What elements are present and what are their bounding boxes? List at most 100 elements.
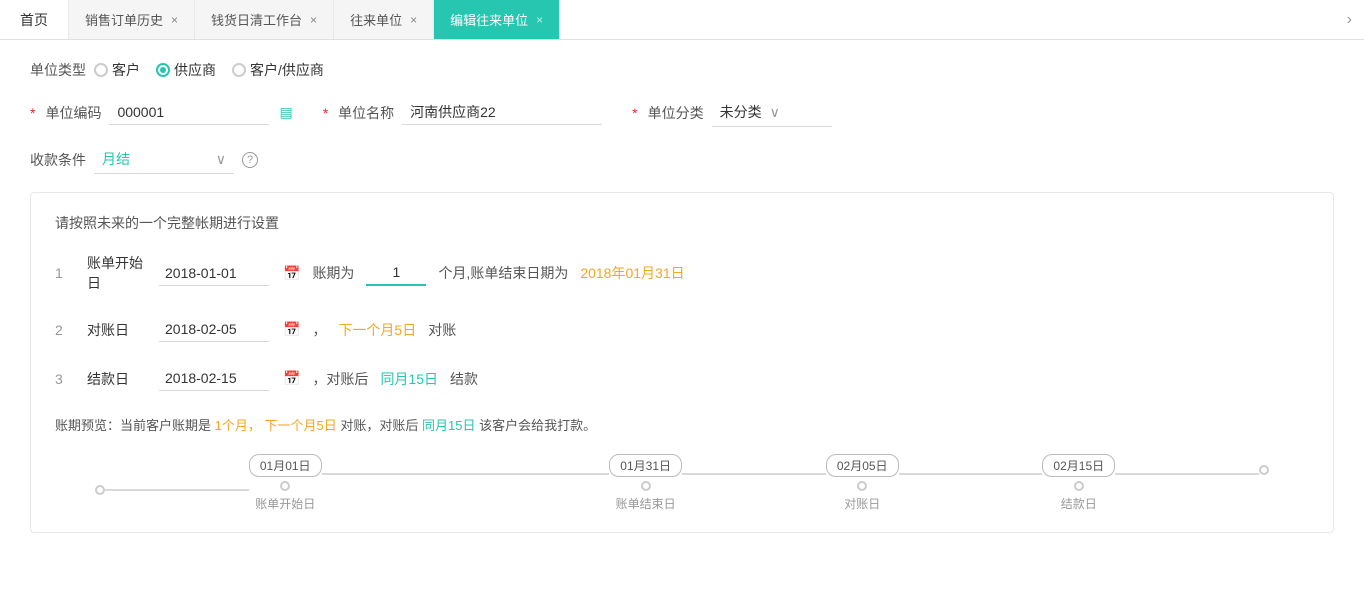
tl-seg-2 (322, 473, 610, 475)
radio-customer[interactable]: 客户 (94, 60, 140, 80)
node-dot-start (95, 485, 105, 495)
unit-code-copy-icon[interactable]: ▤ (279, 104, 292, 121)
tab-arrow-icon[interactable]: › (1335, 11, 1364, 29)
unit-category-select[interactable]: 未分类 ∨ (712, 98, 832, 127)
setting-row-2: 2 对账日 📅 ， 下一个月5日 对账 (55, 317, 1309, 342)
setting-row-3: 3 结款日 📅 ，对账后 同月15日 结款 (55, 366, 1309, 391)
unit-type-row: 单位类型 客户 供应商 客户/供应商 (30, 60, 1334, 80)
reconcile-suffix: 对账 (428, 320, 456, 340)
setting-num-1: 1 (55, 265, 75, 281)
close-contacts[interactable]: × (410, 13, 417, 27)
setting-num-2: 2 (55, 322, 75, 338)
setting-label-2: 对账日 (87, 320, 147, 340)
unit-name-label: 单位名称 (338, 103, 394, 123)
reconcile-highlight: 下一个月5日 (338, 320, 416, 340)
node-dot-4 (1074, 481, 1084, 491)
payment-terms-select[interactable]: 月结 ∨ (94, 145, 234, 174)
reconcile-prefix: ， (312, 320, 326, 340)
timeline-node-2: 01月31日 账单结束日 (609, 454, 682, 512)
close-edit-contacts[interactable]: × (536, 13, 543, 27)
close-sales-history[interactable]: × (171, 13, 178, 27)
payment-date-input[interactable] (159, 366, 269, 391)
tab-sales-history[interactable]: 销售订单历史 × (69, 0, 195, 39)
payment-terms-arrow-icon: ∨ (216, 151, 226, 168)
preview-part3: 对账，对账后 (340, 418, 418, 433)
unit-name-item: * 单位名称 (323, 100, 602, 125)
setting-label-1: 账单开始日 (87, 253, 147, 293)
preview-section: 账期预览：当前客户账期是 1个月， 下一个月5日 对账，对账后 同月15日 该客… (55, 415, 1309, 512)
node-bubble-2: 01月31日 (609, 454, 682, 477)
payment-date-cal-icon[interactable]: 📅 (283, 370, 300, 387)
payment-terms-item: 收款条件 月结 ∨ ? (30, 145, 258, 174)
radio-supplier[interactable]: 供应商 (156, 60, 216, 80)
node-bubble-4: 02月15日 (1042, 454, 1115, 477)
reconcile-date-cal-icon[interactable]: 📅 (283, 321, 300, 338)
period-value-input[interactable] (366, 260, 426, 286)
unit-type-item: 单位类型 客户 供应商 客户/供应商 (30, 60, 324, 80)
unit-category-star: * (632, 105, 637, 121)
settings-panel: 请按照未来的一个完整帐期进行设置 1 账单开始日 📅 账期为 个月,账单结束日期… (30, 192, 1334, 533)
radio-supplier-circle (156, 63, 170, 77)
unit-info-row: * 单位编码 ▤ * 单位名称 * 单位分类 未分类 ∨ (30, 98, 1334, 127)
preview-label: 账期预览：当前客户账期是 (55, 418, 211, 433)
unit-code-star: * (30, 105, 35, 121)
tab-contacts[interactable]: 往来单位 × (334, 0, 434, 39)
radio-customer-supplier[interactable]: 客户/供应商 (232, 60, 324, 80)
unit-code-label: 单位编码 (45, 103, 101, 123)
setting-row-1: 1 账单开始日 📅 账期为 个月,账单结束日期为 2018年01月31日 (55, 253, 1309, 293)
unit-code-item: * 单位编码 ▤ (30, 100, 293, 125)
radio-customer-label: 客户 (112, 60, 140, 80)
payment-terms-value: 月结 (102, 149, 208, 169)
timeline-node-3: 02月05日 对账日 (826, 454, 899, 512)
payment-prefix: ，对账后 (312, 369, 368, 389)
node-label-1: 账单开始日 (255, 495, 315, 512)
timeline-node-4: 02月15日 结款日 (1042, 454, 1115, 512)
radio-customer-supplier-circle (232, 63, 246, 77)
unit-category-item: * 单位分类 未分类 ∨ (632, 98, 831, 127)
start-date-cal-icon[interactable]: 📅 (283, 265, 300, 282)
payment-highlight: 同月15日 (380, 369, 438, 389)
node-dot-1 (280, 481, 290, 491)
node-label-3: 对账日 (844, 495, 880, 512)
unit-category-value: 未分类 (720, 102, 762, 122)
tl-seg-1 (105, 489, 249, 491)
timeline: 01月01日 账单开始日 01月31日 账单结束日 02月05日 对账日 (55, 454, 1309, 512)
tab-cash-work[interactable]: 钱货日清工作台 × (195, 0, 334, 39)
reconcile-date-input[interactable] (159, 317, 269, 342)
node-dot-2 (641, 481, 651, 491)
settings-title: 请按照未来的一个完整帐期进行设置 (55, 213, 1309, 233)
period-label: 账期为 (312, 263, 354, 283)
radio-customer-supplier-label: 客户/供应商 (250, 60, 324, 80)
radio-customer-circle (94, 63, 108, 77)
preview-part2: 下一个月5日 (265, 418, 337, 433)
close-cash-work[interactable]: × (310, 13, 317, 27)
node-bubble-3: 02月05日 (826, 454, 899, 477)
unit-category-label: 单位分类 (648, 103, 704, 123)
node-bubble-1: 01月01日 (249, 454, 322, 477)
preview-text: 账期预览：当前客户账期是 1个月， 下一个月5日 对账，对账后 同月15日 该客… (55, 415, 1309, 434)
unit-name-star: * (323, 105, 328, 121)
node-label-4: 结款日 (1061, 495, 1097, 512)
timeline-node-1: 01月01日 账单开始日 (249, 454, 322, 512)
radio-supplier-label: 供应商 (174, 60, 216, 80)
node-dot-end (1259, 465, 1269, 475)
timeline-node-start (95, 471, 105, 495)
payment-help-icon[interactable]: ? (242, 152, 258, 168)
node-dot-3 (857, 481, 867, 491)
unit-name-input[interactable] (402, 100, 602, 125)
end-date-highlight: 2018年01月31日 (580, 263, 684, 283)
tab-edit-contacts[interactable]: 编辑往来单位 × (434, 0, 560, 39)
tab-home[interactable]: 首页 (0, 0, 69, 39)
node-label-2: 账单结束日 (616, 495, 676, 512)
payment-suffix: 结款 (450, 369, 478, 389)
preview-part1: 1个月， (215, 418, 261, 433)
unit-type-radio-group: 客户 供应商 客户/供应商 (94, 60, 324, 80)
period-unit-label: 个月,账单结束日期为 (438, 263, 568, 283)
setting-label-3: 结款日 (87, 369, 147, 389)
payment-terms-label: 收款条件 (30, 150, 86, 170)
payment-row: 收款条件 月结 ∨ ? (30, 145, 1334, 174)
tab-bar: 首页 销售订单历史 × 钱货日清工作台 × 往来单位 × 编辑往来单位 × › (0, 0, 1364, 40)
unit-code-input[interactable] (109, 100, 269, 125)
tl-seg-3 (682, 473, 826, 475)
start-date-input[interactable] (159, 261, 269, 286)
